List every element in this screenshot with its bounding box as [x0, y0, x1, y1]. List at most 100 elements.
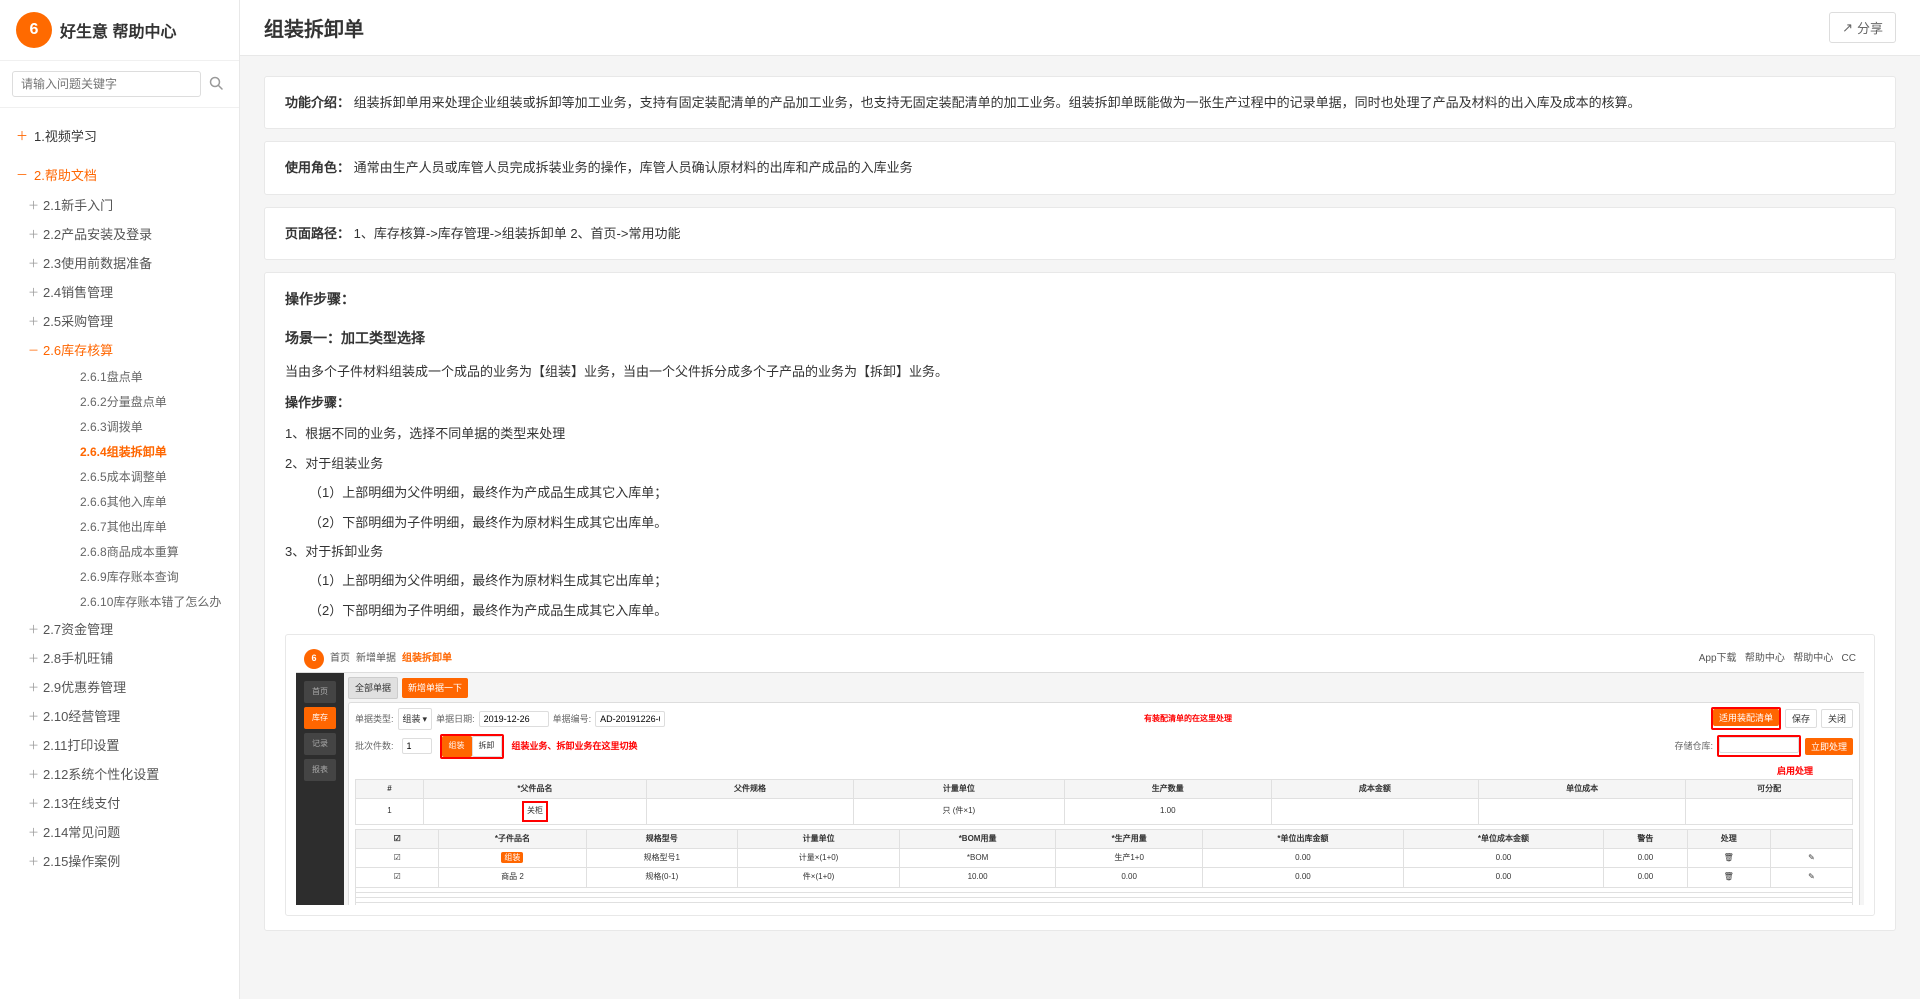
sidebar-item-sales-label: 2.4销售管理 — [43, 282, 113, 301]
sidebar: 6 好生意 帮助中心 ＋ 1.视频学习 － 2.帮助文档 — [0, 0, 240, 999]
ss-lower-row-6 — [356, 902, 1853, 905]
minus-icon: － — [16, 166, 28, 183]
sidebar-item-newuser[interactable]: ＋ 2.1新手入门 — [28, 190, 239, 219]
sidebar-item-inventory-label: 2.6库存核算 — [43, 340, 113, 359]
sidebar-item-2.6.3[interactable]: 2.6.3调拨单 — [68, 414, 239, 439]
step-1: 1、根据不同的业务，选择不同单据的类型来处理 — [285, 422, 1875, 445]
sidebar-item-purchase[interactable]: ＋ 2.5采购管理 — [28, 306, 239, 335]
ss-lrow-tcost: 0.00 — [1403, 849, 1604, 868]
ss-th-unit-qty: 生产数量 — [1064, 779, 1271, 798]
ss-lth-spec: 规格型号 — [586, 829, 738, 848]
ss-cell-cost — [1271, 799, 1478, 824]
sidebar-item-2.6.9[interactable]: 2.6.9库存账本查询 — [68, 564, 239, 589]
app-title: 好生意 帮助中心 — [60, 18, 176, 42]
sidebar-item-cases-label: 2.15操作案例 — [43, 851, 120, 870]
sidebar-item-2.6.1[interactable]: 2.6.1盘点单 — [68, 364, 239, 389]
sidebar-item-payment[interactable]: ＋ 2.13在线支付 — [28, 788, 239, 817]
ss-lrow2-avail: 0.00 — [1604, 868, 1687, 887]
ss-sidebar-icon-3: 记录 — [304, 733, 336, 755]
scene1-desc: 当由多个子件材料组装成一个成品的业务为【组装】业务，当由一个父件拆分成多个子产品… — [285, 360, 1875, 383]
ss-type-box: 组装 拆卸 — [440, 734, 504, 758]
path-label: 页面路径： — [285, 226, 350, 241]
sidebar-item-dataprep[interactable]: ＋ 2.3使用前数据准备 — [28, 248, 239, 277]
ss-form-toolbar: 单据类型: 组装 ▾ 单据日期: 单据编号: 有装配清单的在 — [355, 707, 1853, 730]
ss-tab-assemble[interactable]: 组装 — [442, 736, 472, 756]
sidebar-item-install[interactable]: ＋ 2.2产品安装及登录 — [28, 219, 239, 248]
sidebar-item-inventory[interactable]: － 2.6库存核算 — [28, 335, 239, 364]
ss-sidebar-icon-4: 报表 — [304, 759, 336, 781]
ss-enable-row: 存储仓库: 立即处理 — [1674, 735, 1853, 757]
ss-lth-ops: 处理 — [1687, 829, 1770, 848]
ss-goods-input[interactable]: 关柜 — [522, 801, 548, 821]
ss-close-btn[interactable]: 关闭 — [1821, 709, 1853, 728]
search-input[interactable] — [12, 71, 201, 97]
ops-heading: 操作步骤： — [285, 287, 1875, 312]
sidebar-item-2.6.10[interactable]: 2.6.10库存账本错了怎么办 — [68, 589, 239, 614]
path-text: 1、库存核算->库存管理->组装拆卸单 2、首页->常用功能 — [354, 226, 681, 241]
sidebar-item-sales[interactable]: ＋ 2.4销售管理 — [28, 277, 239, 306]
ss-no-input[interactable] — [595, 711, 665, 727]
plus-sub-icon: ＋ — [28, 708, 39, 724]
plus-sub-icon: ＋ — [28, 795, 39, 811]
ss-inner-sidebar: 首页 库存 记录 报表 — [296, 673, 344, 905]
sidebar-item-2.6.6[interactable]: 2.6.6其他入库单 — [68, 489, 239, 514]
sidebar-item-video-label: 1.视频学习 — [34, 126, 97, 145]
ss-qty-label: 批次件数: — [355, 738, 394, 754]
sidebar-item-faq[interactable]: ＋ 2.14常见问题 — [28, 817, 239, 846]
step-list: 1、根据不同的业务，选择不同单据的类型来处理 2、对于组装业务 （1）上部明细为… — [285, 422, 1875, 622]
search-button[interactable] — [205, 72, 227, 97]
ss-lrow-bom: *BOM — [900, 849, 1056, 868]
ss-th-qty: 计量单位 — [854, 779, 1065, 798]
sidebar-item-video[interactable]: ＋ 1.视频学习 — [0, 120, 239, 151]
sidebar-item-2.6.5[interactable]: 2.6.5成本调整单 — [68, 464, 239, 489]
ss-lth-bom-qty: *BOM用量 — [900, 829, 1056, 848]
ss-lrow-check: ☑ — [356, 849, 439, 868]
main-header: 组装拆卸单 ↗ 分享 — [240, 0, 1920, 56]
screenshot-container: 6 首页 新增单据 组装拆卸单 App下载 帮助中心 帮助中心 CC 首页 库存… — [285, 634, 1875, 916]
sidebar-item-biz-label: 2.10经营管理 — [43, 706, 120, 725]
share-button[interactable]: ↗ 分享 — [1829, 12, 1896, 43]
ss-lrow2-tcost: 0.00 — [1403, 868, 1604, 887]
plus-sub-icon: ＋ — [28, 766, 39, 782]
ss-select-type[interactable]: 组装 ▾ — [398, 708, 433, 730]
sidebar-item-cases[interactable]: ＋ 2.15操作案例 — [28, 846, 239, 875]
ss-lrow2-prod: 0.00 — [1056, 868, 1203, 887]
ss-th-goods: *父件品名 — [423, 779, 646, 798]
sidebar-item-coupon[interactable]: ＋ 2.9优惠券管理 — [28, 672, 239, 701]
plus-sub-icon: ＋ — [28, 621, 39, 637]
sidebar-item-biz[interactable]: ＋ 2.10经营管理 — [28, 701, 239, 730]
ss-cell-unit-qty: 1.00 — [1064, 799, 1271, 824]
sidebar-item-2.6.8[interactable]: 2.6.8商品成本重算 — [68, 539, 239, 564]
plus-sub-icon: ＋ — [28, 737, 39, 753]
ss-qty-input[interactable] — [402, 738, 432, 754]
plus-sub-icon: ＋ — [28, 679, 39, 695]
plus-sub-icon: ＋ — [28, 313, 39, 329]
sidebar-item-2.6.4[interactable]: 2.6.4组装拆卸单 — [68, 439, 239, 464]
ss-main: 首页 库存 记录 报表 全部单据 新增单据一下 — [296, 673, 1864, 905]
sidebar-item-docs-label: 2.帮助文档 — [34, 165, 97, 184]
sidebar-item-2.6.7[interactable]: 2.6.7其他出库单 — [68, 514, 239, 539]
sidebar-item-finance[interactable]: ＋ 2.7资金管理 — [28, 614, 239, 643]
ss-warehouse-input[interactable] — [1719, 737, 1799, 753]
ss-lrow2-check: ☑ — [356, 868, 439, 887]
sidebar-item-docs[interactable]: － 2.帮助文档 — [0, 159, 239, 190]
ss-date-input[interactable] — [479, 711, 549, 727]
ss-tab-disassemble[interactable]: 拆卸 — [472, 736, 502, 756]
ss-save-btn[interactable]: 保存 — [1785, 709, 1817, 728]
ss-apply-btn[interactable]: 适用装配清单 — [1713, 709, 1779, 726]
ss-enable-btn[interactable]: 立即处理 — [1805, 738, 1853, 755]
ss-lrow6-empty — [356, 902, 1853, 905]
logo-icon: 6 — [16, 12, 52, 48]
sidebar-item-newuser-label: 2.1新手入门 — [43, 195, 113, 214]
sidebar-item-2.6.2[interactable]: 2.6.2分量盘点单 — [68, 389, 239, 414]
search-bar — [0, 61, 239, 108]
sidebar-item-print[interactable]: ＋ 2.11打印设置 — [28, 730, 239, 759]
ss-nav-3: 组装拆卸单 — [402, 650, 452, 668]
step-2-2: （2）下部明细为子件明细，最终作为原材料生成其它出库单。 — [285, 511, 1875, 534]
sidebar-item-customization[interactable]: ＋ 2.12系统个性化设置 — [28, 759, 239, 788]
ss-btn-bom: 适用装配清单 — [1711, 707, 1781, 730]
sidebar-item-mobile[interactable]: ＋ 2.8手机旺铺 — [28, 643, 239, 672]
sidebar-item-print-label: 2.11打印设置 — [43, 735, 119, 754]
screenshot: 6 首页 新增单据 组装拆卸单 App下载 帮助中心 帮助中心 CC 首页 库存… — [296, 645, 1864, 905]
ss-lower-row-2: ☑ 商品 2 规格(0-1) 件×(1+0) 10.00 0.00 0.00 0… — [356, 868, 1853, 887]
